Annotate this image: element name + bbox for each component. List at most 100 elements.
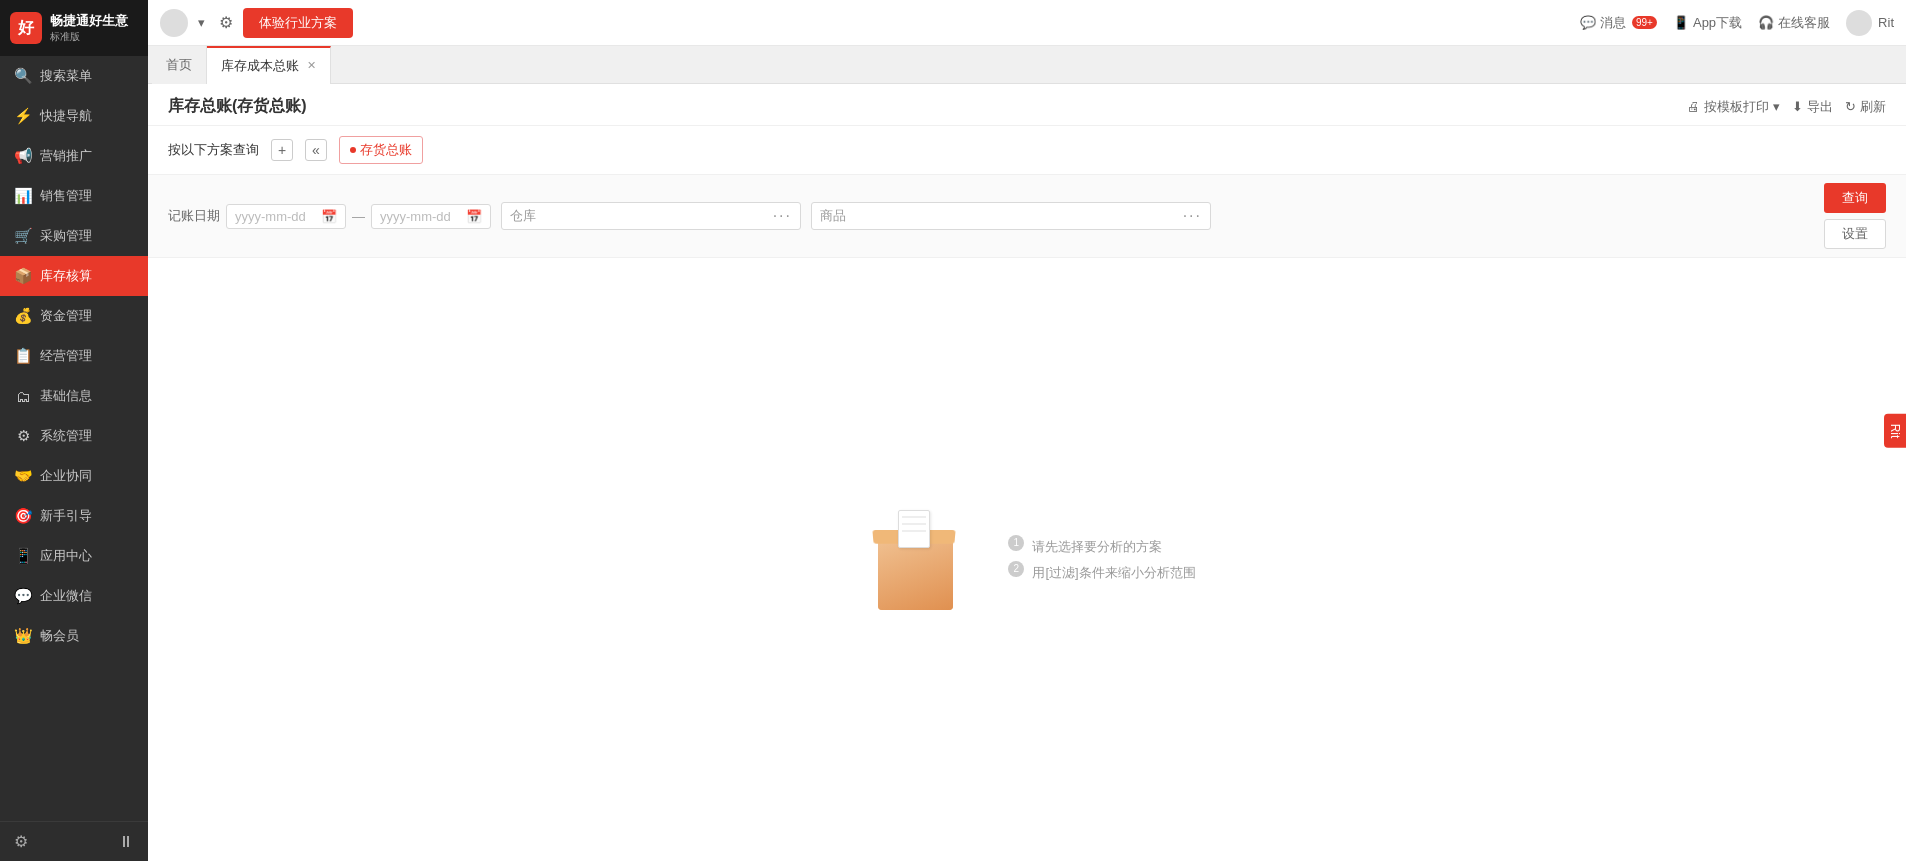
sidebar-item-capital[interactable]: 💰 资金管理 — [0, 296, 148, 336]
tab-home[interactable]: 首页 — [152, 46, 207, 84]
filter-row: 记账日期 yyyy-mm-dd 📅 — yyyy-mm-dd 📅 仓库 ··· … — [148, 175, 1906, 258]
sales-label: 销售管理 — [40, 187, 92, 205]
topbar-right: 💬 消息 99+ 📱 App下载 🎧 在线客服 Rit — [1580, 10, 1894, 36]
system-label: 系统管理 — [40, 427, 92, 445]
step2-num: 2 — [1008, 561, 1024, 577]
sidebar-item-sales[interactable]: 📊 销售管理 — [0, 176, 148, 216]
collapse-filter-btn[interactable]: « — [305, 139, 327, 161]
sidebar-item-cooperation[interactable]: 🤝 企业协同 — [0, 456, 148, 496]
filter-actions: 查询 设置 — [1824, 183, 1886, 249]
capital-label: 资金管理 — [40, 307, 92, 325]
topbar: ▾ ⚙ 体验行业方案 💬 消息 99+ 📱 App下载 🎧 在线客服 Rit — [148, 0, 1906, 46]
marketing-label: 营销推广 — [40, 147, 92, 165]
sidebar-item-system[interactable]: ⚙ 系统管理 — [0, 416, 148, 456]
date-label: 记账日期 — [168, 207, 220, 225]
print-btn[interactable]: 🖨 按模板打印 ▾ — [1687, 98, 1780, 116]
logo-text: 畅捷通好生意 标准版 — [50, 12, 128, 44]
tab-bar: 首页 库存成本总账 ✕ — [148, 46, 1906, 84]
sales-icon: 📊 — [14, 187, 32, 205]
settings-icon[interactable]: ⚙ — [14, 832, 28, 851]
phone-icon: 📱 — [1673, 15, 1689, 30]
basic-label: 基础信息 — [40, 387, 92, 405]
messages-btn[interactable]: 💬 消息 99+ — [1580, 14, 1657, 32]
tab-close-icon[interactable]: ✕ — [307, 59, 316, 72]
sidebar: 好 畅捷通好生意 标准版 🔍 搜索菜单 ⚡ 快捷导航 📢 营销推广 📊 销售管理… — [0, 0, 148, 861]
capital-icon: 💰 — [14, 307, 32, 325]
scheme-item[interactable]: 存货总账 — [339, 136, 423, 164]
marketing-icon: 📢 — [14, 147, 32, 165]
refresh-btn[interactable]: ↻ 刷新 — [1845, 98, 1886, 116]
user-avatar — [160, 9, 188, 37]
app-download-btn[interactable]: 📱 App下载 — [1673, 14, 1742, 32]
guide-label: 新手引导 — [40, 507, 92, 525]
system-icon: ⚙ — [14, 427, 32, 445]
user-info[interactable]: Rit — [1846, 10, 1894, 36]
scheme-label: 存货总账 — [360, 141, 412, 159]
page-header: 库存总账(存货总账) 🖨 按模板打印 ▾ ⬇ 导出 ↻ 刷新 — [148, 84, 1906, 126]
cooperation-icon: 🤝 — [14, 467, 32, 485]
sidebar-scroll: 🔍 搜索菜单 ⚡ 快捷导航 📢 营销推广 📊 销售管理 🛒 采购管理 📦 库存核… — [0, 56, 148, 821]
filter-label: 按以下方案查询 — [168, 141, 259, 159]
filter-bar: 按以下方案查询 + « 存货总账 — [148, 126, 1906, 175]
warehouse-more-icon: ··· — [773, 207, 792, 225]
sidebar-item-membership[interactable]: 👑 畅会员 — [0, 616, 148, 656]
sidebar-item-shortcuts[interactable]: ⚡ 快捷导航 — [0, 96, 148, 136]
sidebar-item-wechat[interactable]: 💬 企业微信 — [0, 576, 148, 616]
goods-more-icon: ··· — [1183, 207, 1202, 225]
scheme-dot — [350, 147, 356, 153]
date-end-input[interactable]: yyyy-mm-dd 📅 — [371, 204, 491, 229]
date-input-group: 记账日期 yyyy-mm-dd 📅 — yyyy-mm-dd 📅 — [168, 204, 491, 229]
settings-gear-icon[interactable]: ⚙ — [219, 13, 233, 32]
shortcuts-icon: ⚡ — [14, 107, 32, 125]
audio-icon[interactable]: ⏸ — [118, 833, 134, 851]
user-dropdown[interactable]: ▾ — [198, 15, 205, 30]
operations-icon: 📋 — [14, 347, 32, 365]
message-icon: 💬 — [1580, 15, 1596, 30]
print-icon: 🖨 — [1687, 99, 1700, 114]
sidebar-item-basic[interactable]: 🗂 基础信息 — [0, 376, 148, 416]
empty-text: 1 请先选择要分析的方案 2 用[过滤]条件来缩小分析范围 — [1008, 534, 1195, 586]
apps-label: 应用中心 — [40, 547, 92, 565]
apps-icon: 📱 — [14, 547, 32, 565]
right-panel-tab[interactable]: Rit — [1884, 413, 1906, 448]
sidebar-item-inventory[interactable]: 📦 库存核算 — [0, 256, 148, 296]
empty-state: 1 请先选择要分析的方案 2 用[过滤]条件来缩小分析范围 — [148, 258, 1906, 861]
basic-icon: 🗂 — [14, 388, 32, 405]
membership-label: 畅会员 — [40, 627, 79, 645]
tab-inventory-cost[interactable]: 库存成本总账 ✕ — [207, 46, 331, 84]
sidebar-item-marketing[interactable]: 📢 营销推广 — [0, 136, 148, 176]
query-btn[interactable]: 查询 — [1824, 183, 1886, 213]
date-start-input[interactable]: yyyy-mm-dd 📅 — [226, 204, 346, 229]
settings-btn[interactable]: 设置 — [1824, 219, 1886, 249]
export-icon: ⬇ — [1792, 99, 1803, 114]
warehouse-select[interactable]: 仓库 ··· — [501, 202, 801, 230]
logo-icon: 好 — [10, 12, 42, 44]
add-filter-btn[interactable]: + — [271, 139, 293, 161]
export-btn[interactable]: ⬇ 导出 — [1792, 98, 1833, 116]
purchase-icon: 🛒 — [14, 227, 32, 245]
goods-select[interactable]: 商品 ··· — [811, 202, 1211, 230]
sidebar-item-guide[interactable]: 🎯 新手引导 — [0, 496, 148, 536]
user-name-label: Rit — [1878, 15, 1894, 30]
search-label: 搜索菜单 — [40, 67, 92, 85]
operations-label: 经营管理 — [40, 347, 92, 365]
online-support-btn[interactable]: 🎧 在线客服 — [1758, 14, 1830, 32]
trial-btn[interactable]: 体验行业方案 — [243, 8, 353, 38]
sidebar-item-search[interactable]: 🔍 搜索菜单 — [0, 56, 148, 96]
shortcuts-label: 快捷导航 — [40, 107, 92, 125]
calendar-start-icon: 📅 — [321, 209, 337, 224]
page-header-actions: 🖨 按模板打印 ▾ ⬇ 导出 ↻ 刷新 — [1687, 98, 1886, 116]
box-front — [878, 540, 953, 610]
headset-icon: 🎧 — [1758, 15, 1774, 30]
dropdown-arrow: ▾ — [198, 15, 205, 30]
empty-illustration — [858, 500, 978, 620]
search-icon: 🔍 — [14, 67, 32, 85]
user-small-avatar — [1846, 10, 1872, 36]
wechat-label: 企业微信 — [40, 587, 92, 605]
messages-badge: 99+ — [1632, 16, 1657, 29]
guide-icon: 🎯 — [14, 507, 32, 525]
sidebar-item-apps[interactable]: 📱 应用中心 — [0, 536, 148, 576]
sidebar-item-purchase[interactable]: 🛒 采购管理 — [0, 216, 148, 256]
calendar-end-icon: 📅 — [466, 209, 482, 224]
sidebar-item-operations[interactable]: 📋 经营管理 — [0, 336, 148, 376]
